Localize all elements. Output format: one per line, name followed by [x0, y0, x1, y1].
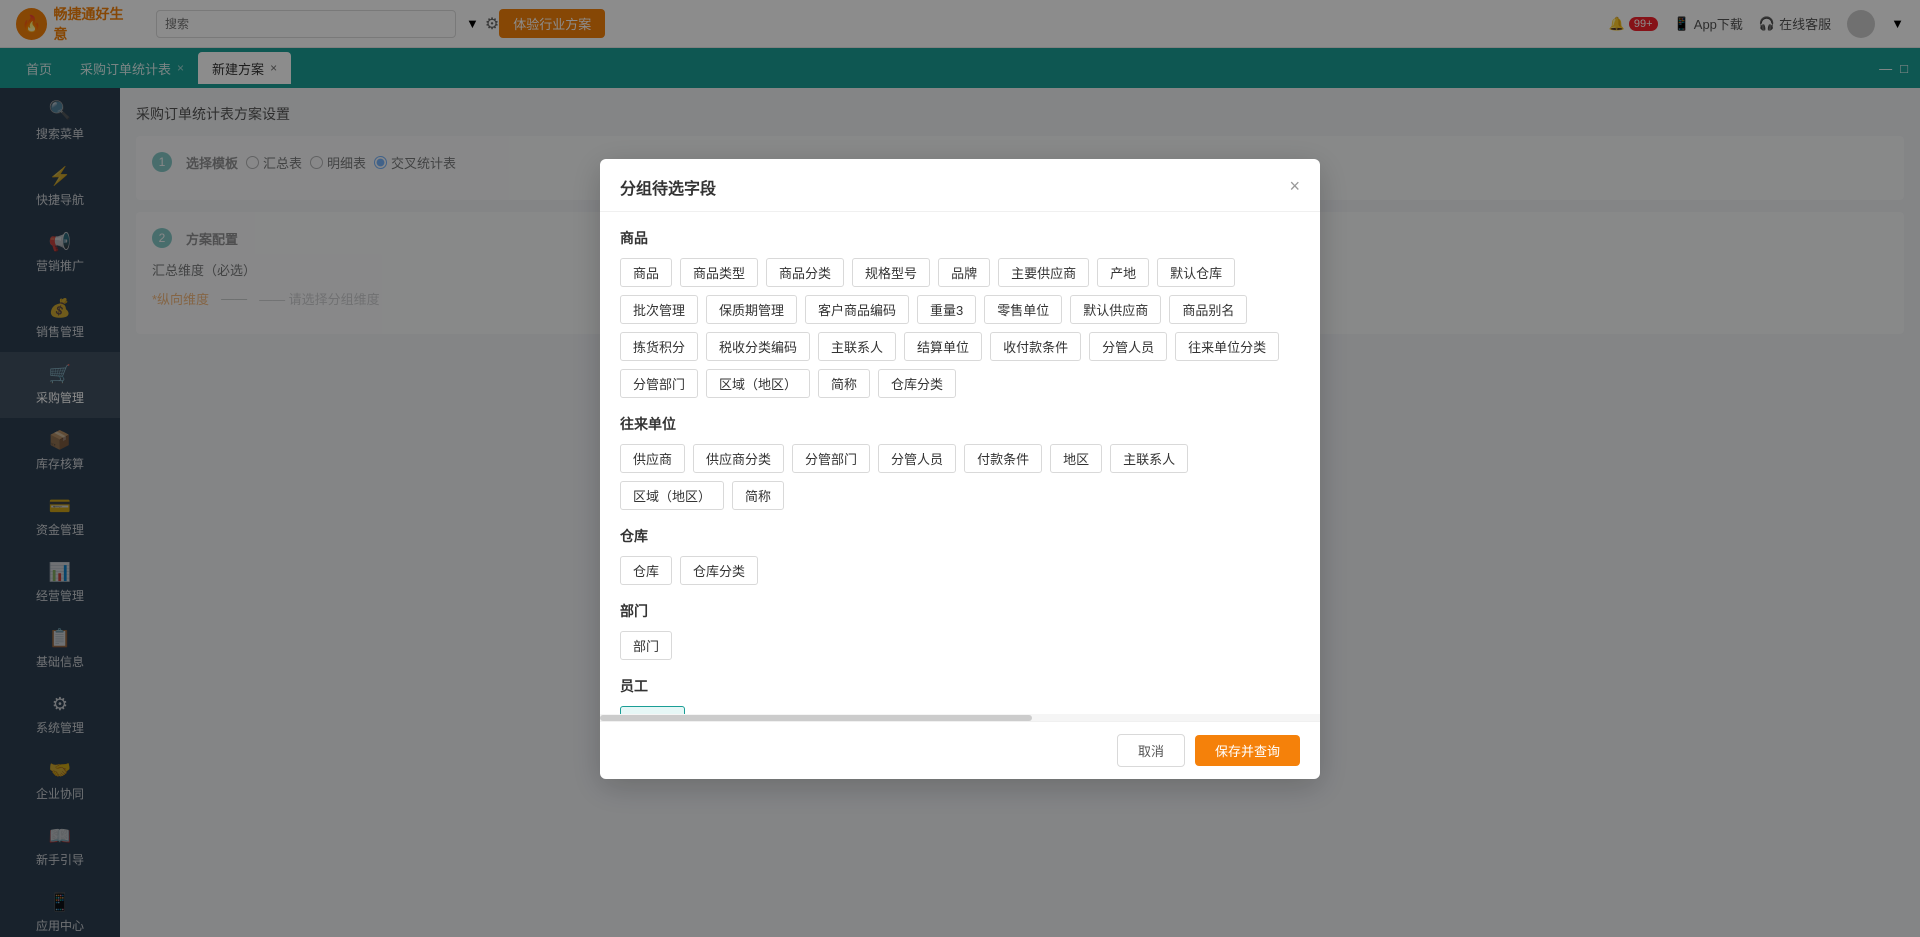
- tag-product-5[interactable]: 主要供应商: [998, 258, 1089, 287]
- dialog-footer: 取消 保存并查询: [600, 721, 1320, 779]
- tag-product-17[interactable]: 主联系人: [818, 332, 896, 361]
- tag-department-0[interactable]: 部门: [620, 631, 672, 660]
- tag-partner-6[interactable]: 主联系人: [1110, 444, 1188, 473]
- tag-partner-4[interactable]: 付款条件: [964, 444, 1042, 473]
- tag-product-24[interactable]: 简称: [818, 369, 870, 398]
- tag-product-4[interactable]: 品牌: [938, 258, 990, 287]
- dialog-close-button[interactable]: ×: [1289, 176, 1300, 197]
- tag-group-product: 商品 商品类型 商品分类 规格型号 品牌 主要供应商 产地 默认仓库 批次管理 …: [620, 258, 1300, 398]
- tag-product-1[interactable]: 商品类型: [680, 258, 758, 287]
- tag-product-16[interactable]: 税收分类编码: [706, 332, 810, 361]
- tag-product-18[interactable]: 结算单位: [904, 332, 982, 361]
- tag-partner-0[interactable]: 供应商: [620, 444, 685, 473]
- tag-group-department: 部门: [620, 631, 1300, 660]
- tag-product-14[interactable]: 商品别名: [1169, 295, 1247, 324]
- section-title-warehouse: 仓库: [620, 526, 1300, 546]
- tag-partner-1[interactable]: 供应商分类: [693, 444, 784, 473]
- dialog-header: 分组待选字段 ×: [600, 159, 1320, 212]
- tag-group-partner: 供应商 供应商分类 分管部门 分管人员 付款条件 地区 主联系人 区域（地区） …: [620, 444, 1300, 510]
- tag-product-11[interactable]: 重量3: [917, 295, 976, 324]
- cancel-button[interactable]: 取消: [1117, 734, 1185, 767]
- tag-partner-8[interactable]: 简称: [732, 481, 784, 510]
- tag-product-6[interactable]: 产地: [1097, 258, 1149, 287]
- tag-group-warehouse: 仓库 仓库分类: [620, 556, 1300, 585]
- tag-product-25[interactable]: 仓库分类: [878, 369, 956, 398]
- tag-group-employee: 业务员: [620, 706, 1300, 715]
- tag-product-10[interactable]: 客户商品编码: [805, 295, 909, 324]
- tag-employee-0[interactable]: 业务员: [620, 706, 685, 715]
- tag-product-3[interactable]: 规格型号: [852, 258, 930, 287]
- tag-partner-7[interactable]: 区域（地区）: [620, 481, 724, 510]
- dialog-title: 分组待选字段: [620, 175, 716, 199]
- tag-product-20[interactable]: 分管人员: [1089, 332, 1167, 361]
- section-title-product: 商品: [620, 228, 1300, 248]
- tag-product-0[interactable]: 商品: [620, 258, 672, 287]
- field-select-dialog: 分组待选字段 × 商品 商品 商品类型 商品分类 规格型号 品牌 主要供应商 产…: [600, 159, 1320, 779]
- tag-product-2[interactable]: 商品分类: [766, 258, 844, 287]
- section-title-department: 部门: [620, 601, 1300, 621]
- dialog-bottom-scrollbar-thumb: [600, 715, 1032, 720]
- tag-warehouse-0[interactable]: 仓库: [620, 556, 672, 585]
- tag-product-21[interactable]: 往来单位分类: [1175, 332, 1279, 361]
- tag-partner-3[interactable]: 分管人员: [878, 444, 956, 473]
- confirm-button[interactable]: 保存并查询: [1195, 735, 1300, 766]
- tag-product-13[interactable]: 默认供应商: [1070, 295, 1161, 324]
- dialog-overlay: 分组待选字段 × 商品 商品 商品类型 商品分类 规格型号 品牌 主要供应商 产…: [0, 0, 1920, 937]
- section-title-employee: 员工: [620, 676, 1300, 696]
- dialog-bottom-scrollbar[interactable]: [600, 714, 1320, 720]
- tag-partner-2[interactable]: 分管部门: [792, 444, 870, 473]
- tag-product-22[interactable]: 分管部门: [620, 369, 698, 398]
- section-title-partner: 往来单位: [620, 414, 1300, 434]
- tag-product-19[interactable]: 收付款条件: [990, 332, 1081, 361]
- tag-product-15[interactable]: 拣货积分: [620, 332, 698, 361]
- dialog-body: 商品 商品 商品类型 商品分类 规格型号 品牌 主要供应商 产地 默认仓库 批次…: [600, 212, 1320, 715]
- tag-product-23[interactable]: 区域（地区）: [706, 369, 810, 398]
- tag-product-8[interactable]: 批次管理: [620, 295, 698, 324]
- tag-product-12[interactable]: 零售单位: [984, 295, 1062, 324]
- tag-partner-5[interactable]: 地区: [1050, 444, 1102, 473]
- tag-product-9[interactable]: 保质期管理: [706, 295, 797, 324]
- tag-warehouse-1[interactable]: 仓库分类: [680, 556, 758, 585]
- tag-product-7[interactable]: 默认仓库: [1157, 258, 1235, 287]
